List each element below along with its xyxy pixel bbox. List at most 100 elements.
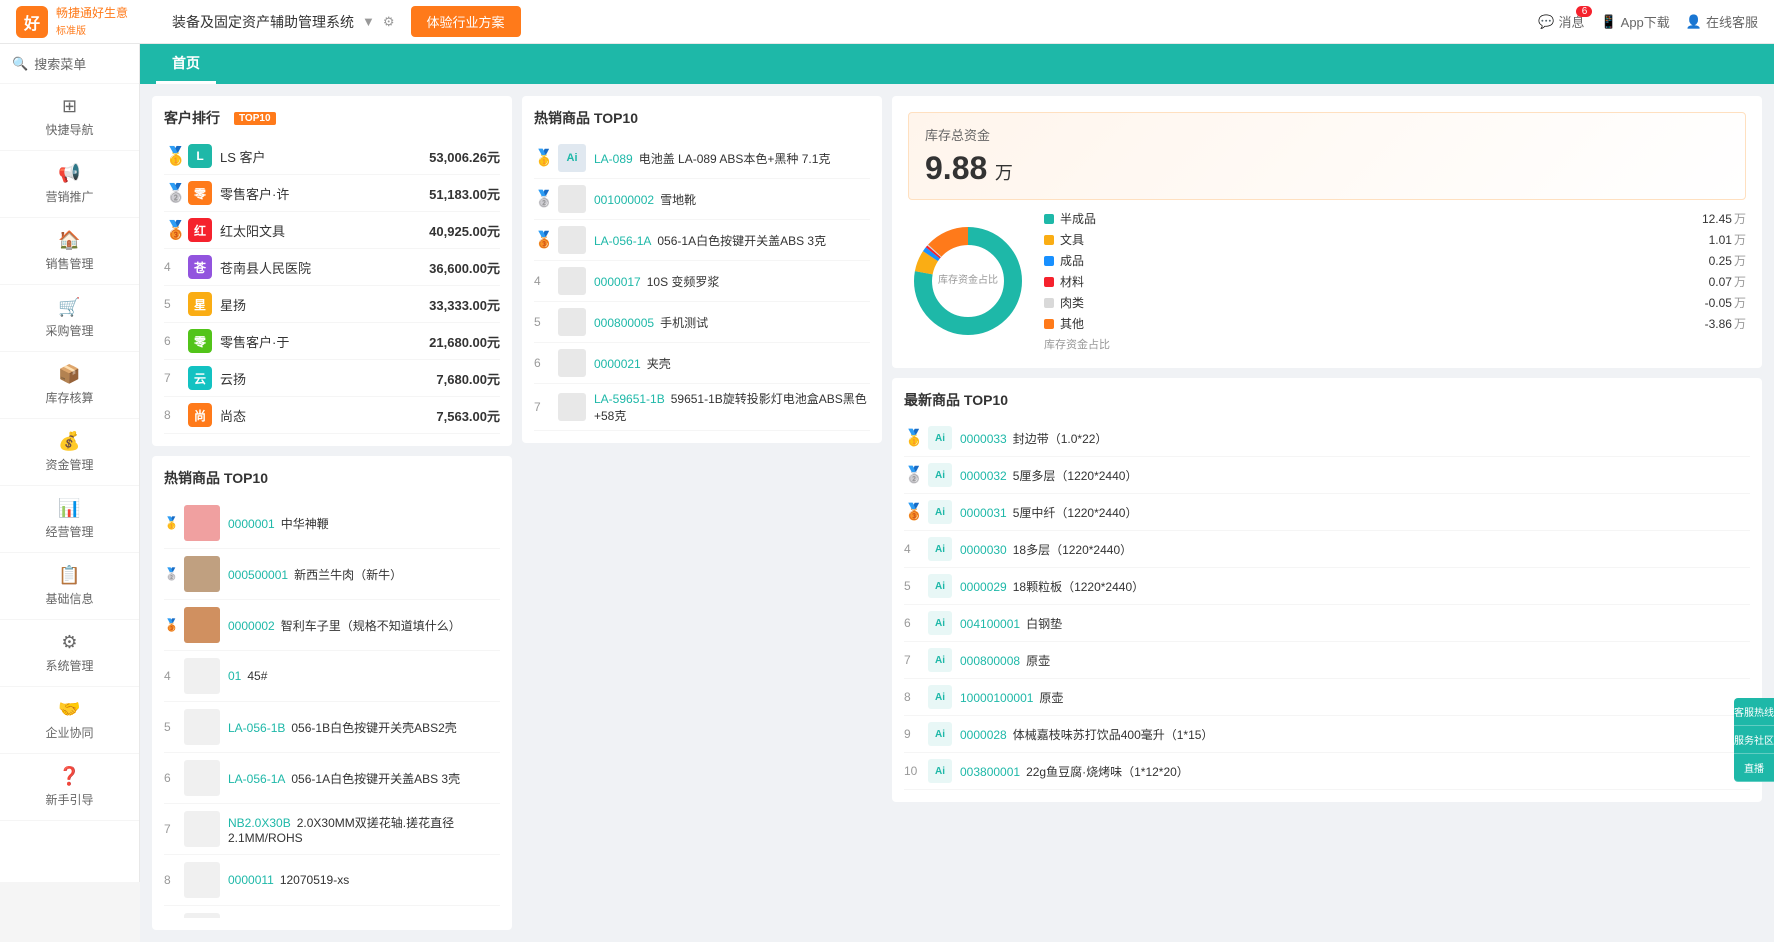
newest-row-3: 🥉 Ai 00000315厘中纤（1220*2440） (904, 494, 1750, 531)
sidebar-item-quick-nav[interactable]: ⊞ 快捷导航 (0, 84, 139, 151)
rank-num-8: 8 (164, 408, 188, 422)
hot-row-3: 🥉 0000002智利车子里（规格不知道填什么） (164, 600, 500, 651)
hot-sale-rank-7: 7 (534, 400, 558, 414)
legend-dot-1 (1044, 235, 1054, 245)
newest-row-1: 🥇 Ai 0000033封边带（1.0*22） (904, 420, 1750, 457)
online-service-button[interactable]: 👤 在线客服 (1686, 12, 1758, 31)
cs-hotline-button[interactable]: 客服热线 (1734, 698, 1774, 726)
newest-info-4: 000003018多层（1220*2440） (960, 541, 1750, 558)
message-button[interactable]: 💬 消息 6 (1538, 12, 1584, 31)
hot-name-1: 0000001中华神鞭 (228, 515, 500, 532)
sidebar-item-operation[interactable]: 📊 经营管理 (0, 486, 139, 553)
hot-products-list: 🥇 0000001中华神鞭 🥈 000500001新西兰牛肉（新牛） 🥉 (164, 498, 500, 918)
newest-img-2: Ai (928, 463, 952, 487)
marketing-icon: 📢 (58, 163, 80, 184)
legend-unit-2: 万 (1734, 252, 1746, 269)
sidebar-item-sales[interactable]: 🏠 销售管理 (0, 218, 139, 285)
cs-live-button[interactable]: 直播 (1734, 754, 1774, 782)
hot-products-title: 热销商品 TOP10 (164, 468, 500, 488)
hot-sale-thumb-5 (558, 308, 586, 336)
legend-item-5: 其他 -3.86 万 (1044, 315, 1746, 332)
customer-value-5: 33,333.00元 (429, 295, 500, 314)
hot-sale-rank-5: 5 (534, 315, 558, 329)
hot-row-7: 7 NB2.0X30B2.0X30MM双搓花轴.搓花直径2.1MM/ROHS (164, 804, 500, 855)
newest-rank-9: 9 (904, 727, 928, 741)
customer-name-3: 红太阳文具 (220, 221, 429, 240)
donut-section: 库存资金占比 半成品 12.45 万 (908, 210, 1746, 352)
cs-community-button[interactable]: 服务社区 (1734, 726, 1774, 754)
newest-info-8: 10000100001原壶 (960, 689, 1750, 706)
newest-row-9: 9 Ai 0000028体械嘉枝味苏打饮品400毫升（1*15） (904, 716, 1750, 753)
hot-img-4 (184, 658, 220, 694)
inventory-amount-display: 9.88 万 (925, 150, 1729, 187)
logo-sub: 标准版 (56, 22, 128, 37)
hot-sale-list: 🥇 Ai LA-089电池盖 LA-089 ABS本色+黑种 7.1克 🥈 00… (534, 138, 870, 431)
customer-value-6: 21,680.00元 (429, 332, 500, 351)
sidebar-item-system[interactable]: ⚙ 系统管理 (0, 620, 139, 687)
inventory-value: 9.88 (925, 150, 987, 186)
customer-rank-row: 5 星 星扬 33,333.00元 (164, 286, 500, 323)
settings-icon[interactable]: ⚙ (383, 14, 395, 30)
legend-unit-1: 万 (1734, 231, 1746, 248)
legend-item-1: 文具 1.01 万 (1044, 231, 1746, 248)
app-download-button[interactable]: 📱 App下载 (1600, 12, 1669, 31)
hot-img-2 (184, 556, 220, 592)
hot-sale-medal-2: 🥈 (534, 189, 558, 209)
customer-name-4: 苍南县人民医院 (220, 258, 429, 277)
sidebar-item-finance[interactable]: 💰 资金管理 (0, 419, 139, 486)
system-title: 装备及固定资产辅助管理系统 (172, 12, 354, 32)
customer-badge-8: 尚 (188, 403, 212, 427)
inventory-highlight: 库存总资金 9.88 万 (908, 112, 1746, 200)
search-menu-item[interactable]: 🔍 搜索菜单 (0, 44, 139, 84)
message-badge: 6 (1576, 6, 1592, 17)
medal-1: 🥇 (164, 146, 188, 167)
customer-ranking-title: 客户排行 TOP10 (164, 108, 500, 128)
sidebar-item-marketing[interactable]: 📢 营销推广 (0, 151, 139, 218)
newest-info-6: 004100001白钢垫 (960, 615, 1750, 632)
sidebar-label-enterprise: 企业协同 (45, 724, 93, 741)
customer-ranking-card: 客户排行 TOP10 🥇 L LS 客户 53,006.26元 (152, 96, 512, 446)
sidebar-label-operation: 经营管理 (45, 523, 93, 540)
quick-nav-icon: ⊞ (62, 96, 77, 117)
app-label: App下载 (1621, 12, 1670, 31)
legend-dot-3 (1044, 277, 1054, 287)
sidebar-item-base[interactable]: 📋 基础信息 (0, 553, 139, 620)
legend-name-0: 半成品 (1060, 210, 1702, 227)
sidebar-item-guide[interactable]: ❓ 新手引导 (0, 754, 139, 821)
system-dropdown-icon[interactable]: ▼ (362, 14, 375, 29)
hot-img-5 (184, 709, 220, 745)
legend-dot-4 (1044, 298, 1054, 308)
hot-name-3: 0000002智利车子里（规格不知道填什么） (228, 617, 500, 634)
hot-img-6 (184, 760, 220, 796)
hot-sale-medal-3: 🥉 (534, 230, 558, 250)
hot-sale-medal-1: 🥇 (534, 148, 558, 168)
hot-sale-info-2: 001000002雪地靴 (594, 191, 870, 208)
sidebar-label-sales: 销售管理 (45, 255, 93, 272)
hot-row-8: 8 000001112070519-xs (164, 855, 500, 906)
operation-icon: 📊 (58, 498, 80, 519)
newest-products-list: 🥇 Ai 0000033封边带（1.0*22） 🥈 Ai 00000325厘多层… (904, 420, 1750, 790)
medal-2: 🥈 (164, 183, 188, 204)
newest-row-7: 7 Ai 000800008原壶 (904, 642, 1750, 679)
trial-button[interactable]: 体验行业方案 (411, 6, 521, 37)
hot-sale-row-1: 🥇 Ai LA-089电池盖 LA-089 ABS本色+黑种 7.1克 (534, 138, 870, 179)
legend-unit-3: 万 (1734, 273, 1746, 290)
hot-sale-info-4: 000001710S 变频罗浆 (594, 273, 870, 290)
customer-badge-5: 星 (188, 292, 212, 316)
inventory-icon: 📦 (58, 364, 80, 385)
customer-badge-1: L (188, 144, 212, 168)
hot-sale-row-6: 6 0000021夹壳 (534, 343, 870, 384)
sidebar-item-enterprise[interactable]: 🤝 企业协同 (0, 687, 139, 754)
sidebar-item-purchase[interactable]: 🛒 采购管理 (0, 285, 139, 352)
newest-img-8: Ai (928, 685, 952, 709)
hot-sale-thumb-3 (558, 226, 586, 254)
newest-row-4: 4 Ai 000003018多层（1220*2440） (904, 531, 1750, 568)
sidebar-item-inventory[interactable]: 📦 库存核算 (0, 352, 139, 419)
legend-name-4: 肉类 (1060, 294, 1705, 311)
customer-badge-4: 苍 (188, 255, 212, 279)
top-navigation: 首页 (140, 44, 1774, 84)
customer-value-3: 40,925.00元 (429, 221, 500, 240)
rank-num-7: 7 (164, 371, 188, 385)
hot-img-8 (184, 862, 220, 898)
home-tab[interactable]: 首页 (156, 44, 216, 84)
